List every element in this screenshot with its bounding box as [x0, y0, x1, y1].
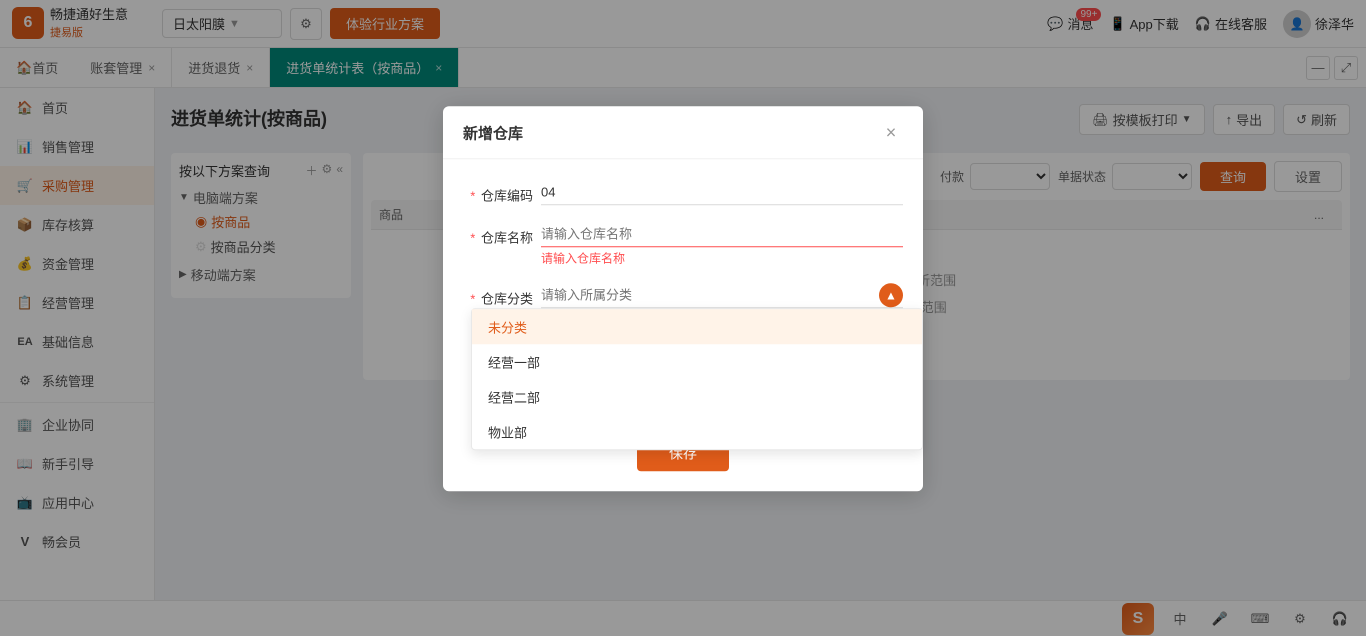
code-label: * 仓库编码 — [463, 179, 533, 204]
name-error-msg: 请输入仓库名称 — [541, 249, 903, 266]
name-field: 请输入仓库名称 — [541, 221, 903, 266]
dropdown-item-dept3[interactable]: 物业部 — [472, 414, 922, 449]
modal-close-button[interactable]: × — [879, 120, 903, 144]
category-field: ▲ 未分类 经营一部 经营二部 物业部 — [541, 282, 903, 308]
dropdown-item-dept1[interactable]: 经营一部 — [472, 344, 922, 379]
code-field — [541, 179, 903, 205]
category-label: * 仓库分类 — [463, 282, 533, 307]
add-warehouse-modal: 新增仓库 × * 仓库编码 * 仓库名称 请输入仓库名称 — [443, 106, 923, 491]
code-input[interactable] — [541, 179, 903, 205]
modal-header: 新增仓库 × — [443, 106, 923, 159]
dropdown-item-dept2[interactable]: 经营二部 — [472, 379, 922, 414]
dropdown-item-unclassified[interactable]: 未分类 — [472, 309, 922, 344]
category-dropdown: 未分类 经营一部 经营二部 物业部 — [471, 308, 923, 450]
modal-title: 新增仓库 — [463, 122, 523, 143]
form-row-name: * 仓库名称 请输入仓库名称 — [463, 221, 903, 266]
form-row-category: * 仓库分类 ▲ 未分类 经营一部 经营二部 物业部 — [463, 282, 903, 308]
category-toggle-icon[interactable]: ▲ — [879, 283, 903, 307]
modal-body: * 仓库编码 * 仓库名称 请输入仓库名称 * 仓库分类 — [443, 159, 923, 423]
form-row-code: * 仓库编码 — [463, 179, 903, 205]
name-label: * 仓库名称 — [463, 221, 533, 246]
name-input[interactable] — [541, 221, 903, 247]
category-input[interactable] — [541, 282, 903, 308]
